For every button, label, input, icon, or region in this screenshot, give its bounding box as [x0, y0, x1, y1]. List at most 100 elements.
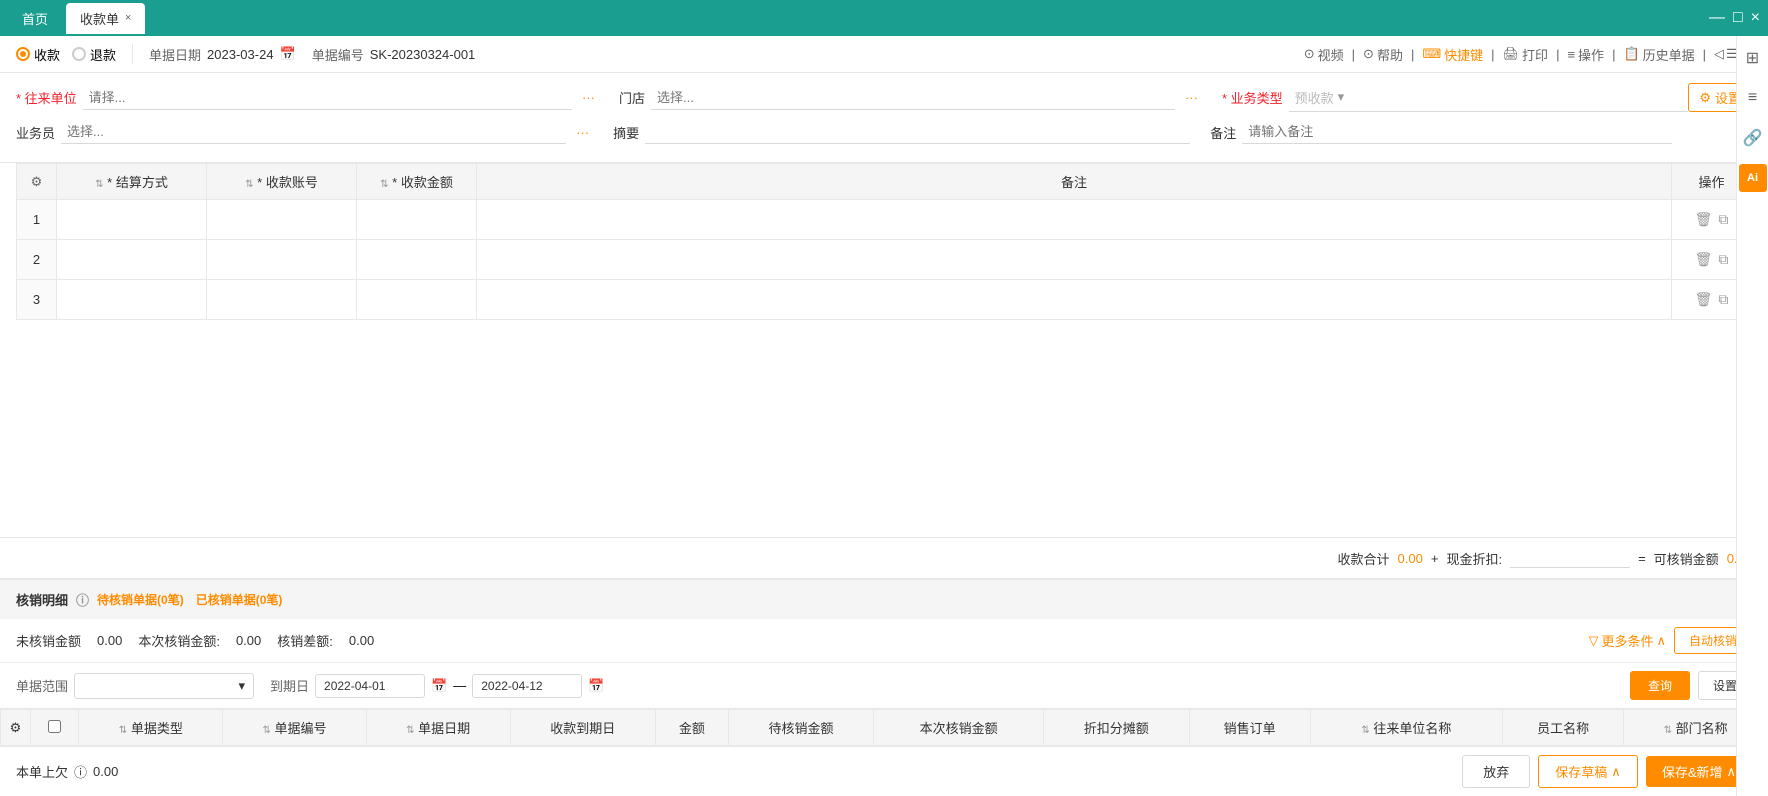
partner-name-label: 往来单位名称: [1373, 721, 1451, 736]
sep6: |: [1703, 47, 1706, 62]
date-range: 📅 — 📅: [315, 674, 604, 698]
partner-name-header: ⇅ 往来单位名称: [1310, 710, 1502, 746]
sort-doc-type[interactable]: ⇅: [119, 725, 127, 736]
sales-order-label: 销售订单: [1224, 721, 1276, 736]
sort-arrows-account[interactable]: ⇅: [245, 179, 253, 190]
date-separator: —: [453, 678, 466, 693]
gear-header[interactable]: ⚙: [17, 164, 57, 200]
grid-view-icon[interactable]: ◁: [1714, 46, 1724, 62]
maximize-btn[interactable]: □: [1733, 9, 1743, 27]
select-all-checkbox[interactable]: [48, 720, 61, 733]
calendar-to-icon[interactable]: 📅: [588, 678, 604, 694]
partner-more-icon[interactable]: ···: [578, 90, 599, 105]
store-input[interactable]: [651, 86, 1175, 110]
history-action[interactable]: 📋 历史单据: [1623, 45, 1694, 64]
abandon-button[interactable]: 放弃: [1462, 755, 1530, 788]
settle-cell-3[interactable]: [57, 280, 207, 320]
copy-icon-3[interactable]: ⧉: [1718, 291, 1728, 308]
staff-input[interactable]: [61, 120, 566, 144]
calendar-icon[interactable]: 📅: [280, 46, 296, 62]
settle-cell-2[interactable]: [57, 240, 207, 280]
account-cell-1[interactable]: [207, 200, 357, 240]
tab-close-icon[interactable]: ×: [125, 12, 131, 24]
reconcile-info-icon[interactable]: ⓘ: [76, 590, 89, 609]
settle-cell-1[interactable]: [57, 200, 207, 240]
operation-label: 操作: [1578, 45, 1604, 64]
save-draft-button[interactable]: 保存草稿 ∧: [1538, 755, 1638, 788]
date-to-input[interactable]: [472, 674, 582, 698]
shortcut-action[interactable]: ⌨ 快捷键: [1422, 45, 1483, 64]
menu-icon: ≡: [1567, 47, 1575, 62]
table-row: 2 🗑 ⧉: [17, 240, 1752, 280]
sidebar-link-icon[interactable]: 🔗: [1739, 124, 1767, 152]
discount-input[interactable]: [1510, 548, 1630, 568]
radio-receipt[interactable]: 收款: [16, 45, 60, 64]
amount-label: * 收款金额: [392, 175, 453, 190]
account-cell-2[interactable]: [207, 240, 357, 280]
store-more-icon[interactable]: ···: [1181, 90, 1202, 105]
chevron-icon: ∧: [1656, 633, 1666, 649]
help-action[interactable]: ⊙ 帮助: [1363, 45, 1403, 64]
tab-receipt[interactable]: 收款单 ×: [66, 3, 145, 34]
available-label: 可核销金额: [1654, 549, 1719, 568]
remark-cell-2[interactable]: [477, 240, 1672, 280]
done-tab[interactable]: 已核销单据(0笔): [196, 591, 283, 608]
range-select[interactable]: ▾: [74, 673, 254, 699]
doc-no-col-label: 单据编号: [274, 721, 326, 736]
row-num-3: 3: [17, 280, 57, 320]
doc-type-header: ⇅ 单据类型: [79, 710, 223, 746]
video-action[interactable]: ⊙ 视频: [1304, 45, 1344, 64]
tab-home[interactable]: 首页: [8, 3, 62, 34]
sort-partner[interactable]: ⇅: [1361, 725, 1369, 736]
copy-icon-2[interactable]: ⧉: [1718, 251, 1728, 268]
remark-cell-3[interactable]: [477, 280, 1672, 320]
toolbar: 收款 退款 单据日期 2023-03-24 📅 单据编号 SK-20230324…: [0, 36, 1768, 73]
delete-icon-3[interactable]: 🗑: [1695, 291, 1713, 308]
sort-arrows-amount[interactable]: ⇅: [380, 179, 388, 190]
sort-arrows-settle[interactable]: ⇅: [95, 179, 103, 190]
sort-doc-no[interactable]: ⇅: [262, 725, 270, 736]
current-amount-label: 本次核销金额: [920, 721, 998, 736]
sort-dept[interactable]: ⇅: [1664, 725, 1672, 736]
staff-more-icon[interactable]: ···: [572, 125, 593, 140]
amount-cell-1[interactable]: [357, 200, 477, 240]
table-settings-icon[interactable]: ⚙: [31, 174, 43, 189]
sort-doc-date[interactable]: ⇅: [406, 725, 414, 736]
date-from-input[interactable]: [315, 674, 425, 698]
remark-cell-1[interactable]: [477, 200, 1672, 240]
operation-action[interactable]: ≡ 操作: [1567, 45, 1604, 64]
remark-input[interactable]: [1242, 120, 1672, 144]
calendar-from-icon[interactable]: 📅: [431, 678, 447, 694]
bottom-table: ⚙ ⇅ 单据类型 ⇅ 单据编号 ⇅ 单据日期: [0, 709, 1768, 746]
sidebar-table-icon[interactable]: ⊞: [1739, 44, 1767, 72]
partner-field: * 往来单位 ···: [16, 86, 599, 110]
close-btn[interactable]: ×: [1751, 9, 1760, 27]
biz-type-label: * 业务类型: [1222, 88, 1283, 107]
summary-input[interactable]: [645, 120, 1190, 144]
partner-input[interactable]: [83, 86, 572, 110]
main-container: 收款 退款 单据日期 2023-03-24 📅 单据编号 SK-20230324…: [0, 36, 1768, 796]
sales-order-header: 销售订单: [1189, 710, 1310, 746]
delete-icon-1[interactable]: 🗑: [1695, 211, 1713, 228]
save-new-label: 保存&新增: [1662, 762, 1723, 781]
sidebar-camera-icon[interactable]: Ai: [1739, 164, 1767, 192]
discount-split-label: 折扣分摊额: [1084, 721, 1149, 736]
table-gear-icon[interactable]: ⚙: [10, 720, 22, 735]
sidebar-list-icon[interactable]: ≡: [1739, 84, 1767, 112]
window-controls: — □ ×: [1709, 9, 1760, 27]
delete-icon-2[interactable]: 🗑: [1695, 251, 1713, 268]
amount-cell-3[interactable]: [357, 280, 477, 320]
biz-type-select[interactable]: 预收款 ▾: [1289, 84, 1689, 112]
copy-icon-1[interactable]: ⧉: [1718, 211, 1728, 228]
dept-name-label: 部门名称: [1676, 721, 1728, 736]
account-cell-3[interactable]: [207, 280, 357, 320]
reconcile-title: 核销明细: [16, 590, 68, 609]
more-conditions-btn[interactable]: ▽ 更多条件 ∧: [1588, 631, 1666, 650]
amount-cell-2[interactable]: [357, 240, 477, 280]
print-action[interactable]: 🖨 打印: [1503, 45, 1549, 64]
pending-tab[interactable]: 待核销单据(0笔): [97, 591, 184, 608]
minimize-btn[interactable]: —: [1709, 9, 1725, 27]
query-button[interactable]: 查询: [1630, 671, 1690, 700]
form-row-2: 业务员 ··· 摘要 备注: [16, 120, 1752, 144]
radio-refund[interactable]: 退款: [72, 45, 116, 64]
